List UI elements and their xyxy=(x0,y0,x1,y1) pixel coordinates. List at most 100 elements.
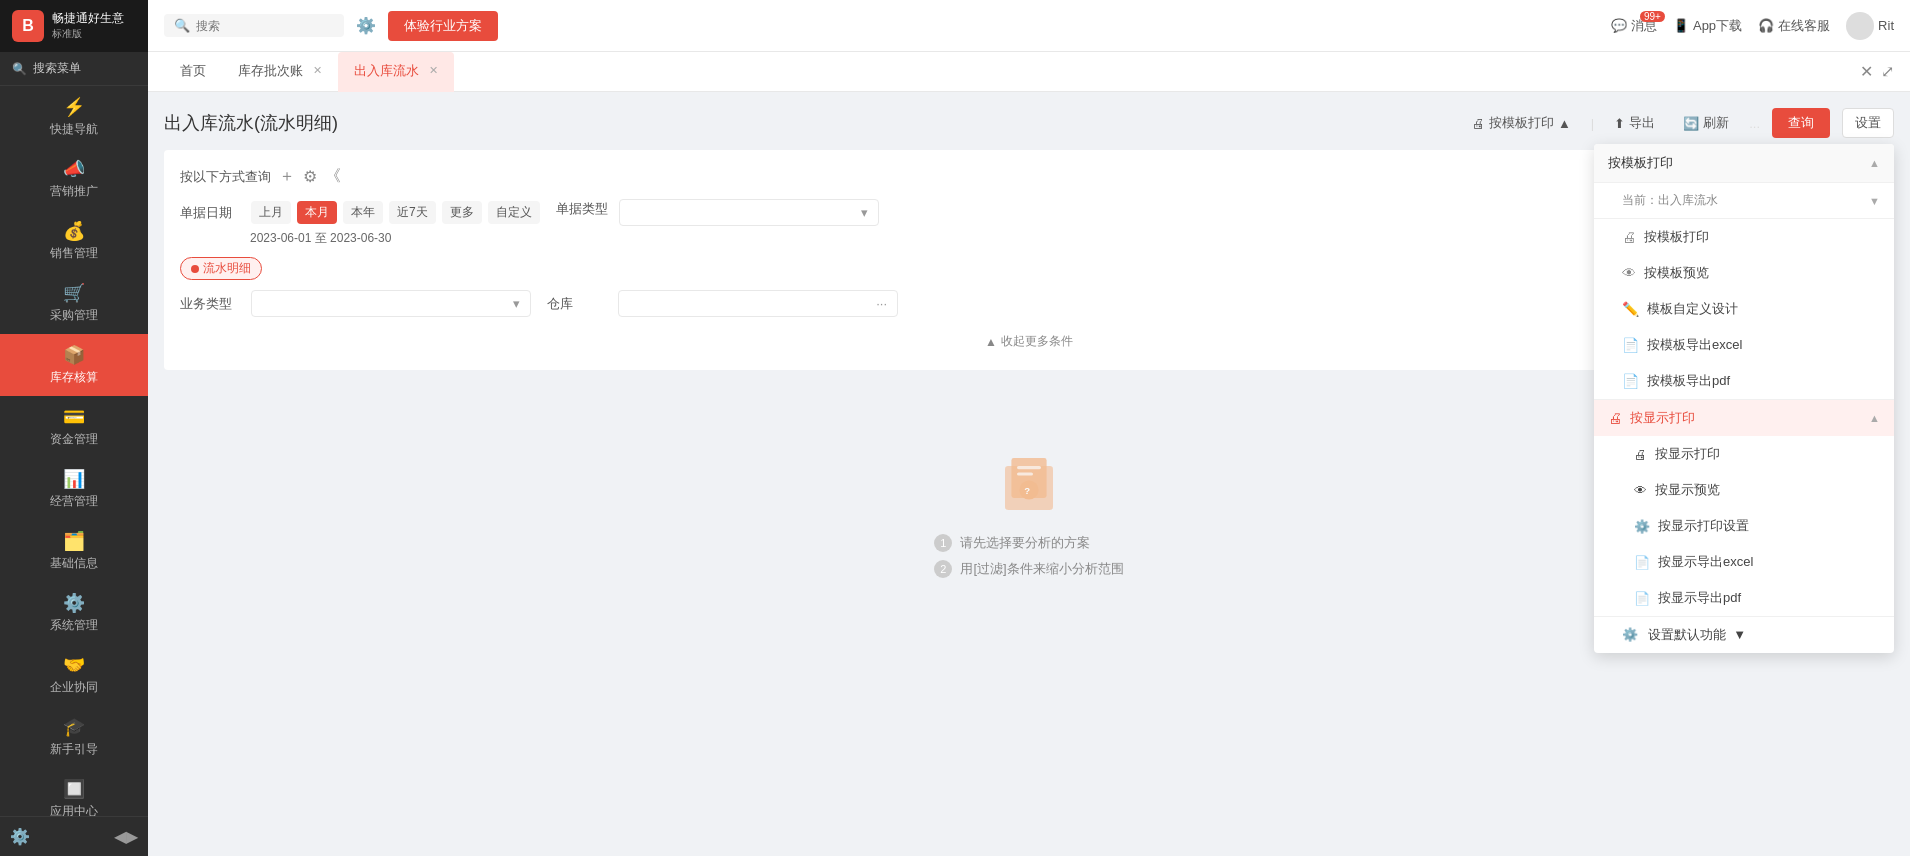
app-download-item[interactable]: 📱 App下载 xyxy=(1673,17,1742,35)
filter-collapse-icon[interactable]: 《 xyxy=(325,166,341,187)
nav-icon-sales: 💰 xyxy=(63,220,85,242)
date-option-本月[interactable]: 本月 xyxy=(297,201,337,224)
export-button[interactable]: ⬆ 导出 xyxy=(1606,110,1663,136)
query-button[interactable]: 查询 xyxy=(1772,108,1830,138)
dropdown-sub-display-export-excel[interactable]: 📄 按显示导出excel xyxy=(1594,544,1894,580)
topbar-search-icon: 🔍 xyxy=(174,18,190,33)
sidebar-search[interactable]: 🔍 搜索菜单 xyxy=(0,52,148,86)
dropdown-item-template-export-pdf[interactable]: 📄 按模板导出pdf xyxy=(1594,363,1894,399)
search-input[interactable] xyxy=(196,19,334,33)
sidebar-item-finance[interactable]: 💳 资金管理 xyxy=(0,396,148,458)
nav-label-enterprise: 企业协同 xyxy=(50,679,98,696)
refresh-icon: 🔄 xyxy=(1683,116,1699,131)
display-group-chevron: ▲ xyxy=(1869,412,1880,424)
dropdown-item-template-print[interactable]: 🖨 按模板打印 xyxy=(1594,219,1894,255)
trial-button[interactable]: 体验行业方案 xyxy=(388,11,498,41)
nav-label-inventory: 库存核算 xyxy=(50,369,98,386)
user-item[interactable]: Rit xyxy=(1846,12,1894,40)
dropdown-sub-display-print-settings[interactable]: ⚙️ 按显示打印设置 xyxy=(1594,508,1894,544)
logo-area: B 畅捷通好生意 标准版 xyxy=(0,0,148,52)
doc-type-select[interactable]: ▾ xyxy=(619,199,879,226)
sidebar-item-marketing[interactable]: 📣 营销推广 xyxy=(0,148,148,210)
tabbar-expand-icon[interactable]: ⤢ xyxy=(1881,62,1894,81)
sidebar-item-appcenter[interactable]: 🔲 应用中心 xyxy=(0,768,148,816)
dropdown-sub-display-export-pdf[interactable]: 📄 按显示导出pdf xyxy=(1594,580,1894,616)
dropdown-item-template-custom[interactable]: ✏️ 模板自定义设计 xyxy=(1594,291,1894,327)
dropdown-chevron-up[interactable]: ▲ xyxy=(1869,157,1880,169)
tag-dot xyxy=(191,265,199,273)
dropdown-footer[interactable]: ⚙️ 设置默认功能 ▼ xyxy=(1594,617,1894,653)
display-print-icon: 🖨 xyxy=(1608,410,1622,426)
filter-setting-icon[interactable]: ⚙ xyxy=(303,167,317,186)
dropdown-item-template-preview[interactable]: 👁 按模板预览 xyxy=(1594,255,1894,291)
dropdown-item-template-export-excel[interactable]: 📄 按模板导出excel xyxy=(1594,327,1894,363)
nav-icon-finance: 💳 xyxy=(63,406,85,428)
date-option-本年[interactable]: 本年 xyxy=(343,201,383,224)
nav-icon-guide: 🎓 xyxy=(63,716,85,738)
tabbar-close-icon[interactable]: ✕ xyxy=(1860,62,1873,81)
app-download-label: App下载 xyxy=(1693,17,1742,35)
sidebar-item-purchase[interactable]: 🛒 采购管理 xyxy=(0,272,148,334)
footer-icon: ⚙️ xyxy=(1622,627,1638,642)
nav-icon-basic: 🗂️ xyxy=(63,530,85,552)
template-custom-label: 模板自定义设计 xyxy=(1647,300,1738,318)
sidebar-item-inventory[interactable]: 📦 库存核算 xyxy=(0,334,148,396)
dropdown-display-section: 🖨 按显示打印 ▲ 🖨 按显示打印 👁 按显示预览 ⚙️ 按显示打印设置 📄 按… xyxy=(1594,400,1894,617)
logo-icon: B xyxy=(12,10,44,42)
business-type-select[interactable]: ▾ xyxy=(251,290,531,317)
dropdown-sub-display-print[interactable]: 🖨 按显示打印 xyxy=(1594,436,1894,472)
sidebar-item-operations[interactable]: 📊 经营管理 xyxy=(0,458,148,520)
current-label: 当前：出入库流水 xyxy=(1622,192,1718,209)
tab-close-flow[interactable]: ✕ xyxy=(429,64,438,77)
tab-flow[interactable]: 出入库流水✕ xyxy=(338,52,454,92)
display-print-label: 按显示打印 xyxy=(1655,445,1720,463)
tab-home[interactable]: 首页 xyxy=(164,52,222,92)
flow-detail-label: 流水明细 xyxy=(203,260,251,277)
customer-service-item[interactable]: 🎧 在线客服 xyxy=(1758,17,1830,35)
tabbar-right: ✕ ⤢ xyxy=(1860,62,1894,81)
sidebar-item-quick-nav[interactable]: ⚡ 快捷导航 xyxy=(0,86,148,148)
date-option-更多[interactable]: 更多 xyxy=(442,201,482,224)
date-option-上月[interactable]: 上月 xyxy=(251,201,291,224)
sidebar-item-basic[interactable]: 🗂️ 基础信息 xyxy=(0,520,148,582)
business-dropdown-icon: ▾ xyxy=(513,296,520,311)
nav-label-guide: 新手引导 xyxy=(50,741,98,758)
logo-tag: 标准版 xyxy=(52,27,124,41)
topbar: 🔍 ⚙️ 体验行业方案 💬 消息 99+ 📱 App下载 🎧 在线客服 Rit xyxy=(148,0,1910,52)
dropdown-display-group-header[interactable]: 🖨 按显示打印 ▲ xyxy=(1594,400,1894,436)
sidebar-item-sales[interactable]: 💰 销售管理 xyxy=(0,210,148,272)
sidebar-item-guide[interactable]: 🎓 新手引导 xyxy=(0,706,148,768)
sidebar-item-enterprise[interactable]: 🤝 企业协同 xyxy=(0,644,148,706)
display-print-icon: 🖨 xyxy=(1634,447,1647,462)
display-group-label: 按显示打印 xyxy=(1630,409,1861,427)
tab-close-inventory-batch[interactable]: ✕ xyxy=(313,64,322,77)
dropdown-title: 按模板打印 xyxy=(1608,154,1673,172)
dropdown-sub-display-preview[interactable]: 👁 按显示预览 xyxy=(1594,472,1894,508)
business-type-label: 业务类型 xyxy=(180,295,235,313)
collapse-icon[interactable]: ◀▶ xyxy=(114,827,138,846)
warehouse-input[interactable]: ··· xyxy=(618,290,898,317)
refresh-button[interactable]: 🔄 刷新 xyxy=(1675,110,1737,136)
add-filter-icon[interactable]: ＋ xyxy=(279,166,295,187)
page-header: 出入库流水(流水明细) 🖨 按模板打印 ▲ | ⬆ 导出 🔄 刷新 ... 查询 xyxy=(164,108,1894,138)
gear-icon[interactable]: ⚙️ xyxy=(356,16,376,35)
dropdown-current-item[interactable]: 当前：出入库流水 ▼ xyxy=(1594,183,1894,218)
display-preview-label: 按显示预览 xyxy=(1655,481,1720,499)
date-option-自定义[interactable]: 自定义 xyxy=(488,201,540,224)
settings-icon[interactable]: ⚙️ xyxy=(10,827,30,846)
topbar-search[interactable]: 🔍 xyxy=(164,14,344,37)
sidebar-nav: ⚡ 快捷导航 📣 营销推广 💰 销售管理 🛒 采购管理 📦 库存核算 💳 资金管… xyxy=(0,86,148,816)
settings-button[interactable]: 设置 xyxy=(1842,108,1894,138)
nav-icon-quick-nav: ⚡ xyxy=(63,96,85,118)
date-option-近7天[interactable]: 近7天 xyxy=(389,201,436,224)
message-item[interactable]: 💬 消息 99+ xyxy=(1611,17,1657,35)
search-icon: 🔍 xyxy=(12,62,27,76)
nav-label-basic: 基础信息 xyxy=(50,555,98,572)
chevron-up-icon: ▲ xyxy=(1558,116,1571,131)
footer-label: 设置默认功能 xyxy=(1648,627,1726,642)
warehouse-more-icon: ··· xyxy=(876,296,887,311)
print-template-button[interactable]: 🖨 按模板打印 ▲ xyxy=(1464,110,1579,136)
tab-inventory-batch[interactable]: 库存批次账✕ xyxy=(222,52,338,92)
sidebar-item-system[interactable]: ⚙️ 系统管理 xyxy=(0,582,148,644)
search-menu-button[interactable]: 🔍 搜索菜单 xyxy=(12,60,136,77)
